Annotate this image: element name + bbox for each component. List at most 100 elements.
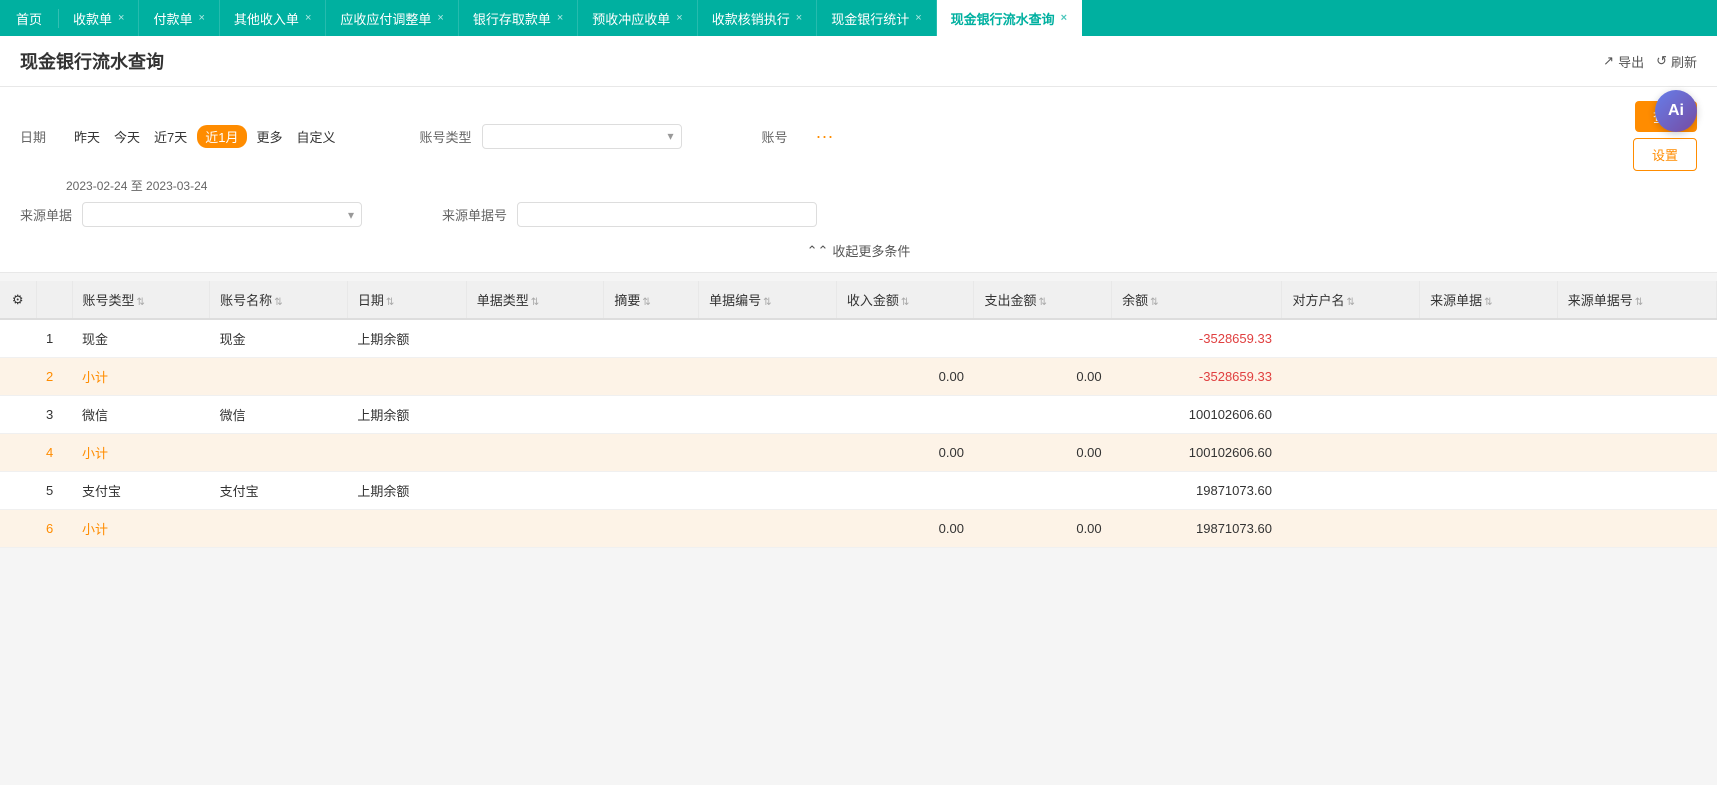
row-income — [836, 472, 974, 510]
table-area: ⚙账号类型⇅账号名称⇅日期⇅单据类型⇅摘要⇅单据编号⇅收入金额⇅支出金额⇅余额⇅… — [0, 281, 1717, 548]
row-date: 上期余额 — [347, 472, 466, 510]
row-account-name — [210, 510, 348, 548]
date-option-昨天[interactable]: 昨天 — [70, 125, 104, 148]
sort-icon-src_doc[interactable]: ⇅ — [1484, 297, 1492, 308]
row-doc-no — [699, 434, 837, 472]
source-doc-no-label: 来源单据号 — [442, 205, 507, 224]
sort-icon-account_type[interactable]: ⇅ — [137, 297, 145, 308]
col-header-account_type: 账号类型⇅ — [72, 281, 210, 319]
sort-icon-account_name[interactable]: ⇅ — [274, 297, 282, 308]
row-income — [836, 396, 974, 434]
date-option-近7天[interactable]: 近7天 — [150, 125, 191, 148]
collapse-icon: ⌃⌃ — [807, 243, 829, 259]
col-label-summary: 摘要 — [614, 293, 640, 308]
close-tab-icon[interactable]: × — [198, 12, 204, 24]
nav-tab-现金银行统计[interactable]: 现金银行统计× — [817, 0, 936, 36]
table-row: 3微信微信上期余额100102606.60 — [0, 396, 1717, 434]
row-income: 0.00 — [836, 434, 974, 472]
nav-tab-其他收入单[interactable]: 其他收入单× — [220, 0, 326, 36]
account-more-button[interactable]: ··· — [816, 126, 834, 147]
col-label-src_doc_no: 来源单据号 — [1568, 293, 1633, 308]
col-header-income: 收入金额⇅ — [836, 281, 974, 319]
export-button[interactable]: ↗ 导出 — [1603, 52, 1644, 71]
close-tab-icon[interactable]: × — [437, 12, 443, 24]
close-tab-icon[interactable]: × — [1061, 12, 1067, 24]
close-tab-icon[interactable]: × — [915, 12, 921, 24]
col-label-date: 日期 — [358, 293, 384, 308]
row-gear-cell — [0, 510, 36, 548]
row-src-doc — [1420, 510, 1558, 548]
sort-icon-doc_type[interactable]: ⇅ — [531, 297, 539, 308]
nav-tab-收款核销执行[interactable]: 收款核销执行× — [698, 0, 817, 36]
nav-tab-现金银行流水查询[interactable]: 现金银行流水查询× — [937, 0, 1082, 36]
row-counterpart — [1282, 434, 1420, 472]
row-balance: -3528659.33 — [1112, 319, 1282, 358]
close-tab-icon[interactable]: × — [557, 12, 563, 24]
row-date — [347, 434, 466, 472]
row-gear-cell — [0, 434, 36, 472]
nav-tab-收款单[interactable]: 收款单× — [59, 0, 139, 36]
date-option-今天[interactable]: 今天 — [110, 125, 144, 148]
row-doc-no — [699, 358, 837, 396]
row-index: 5 — [36, 472, 72, 510]
col-label-expense: 支出金额 — [984, 293, 1036, 308]
collapse-bar[interactable]: ⌃⌃ 收起更多条件 — [20, 237, 1697, 262]
row-counterpart — [1282, 472, 1420, 510]
row-income: 0.00 — [836, 358, 974, 396]
close-tab-icon[interactable]: × — [118, 12, 124, 24]
row-src-doc — [1420, 434, 1558, 472]
close-tab-icon[interactable]: × — [676, 12, 682, 24]
col-header-expense: 支出金额⇅ — [974, 281, 1112, 319]
col-header-index — [36, 281, 72, 319]
col-label-doc_type: 单据类型 — [477, 293, 529, 308]
sort-icon-doc_no[interactable]: ⇅ — [763, 297, 771, 308]
row-doc-type — [466, 396, 604, 434]
sort-icon-summary[interactable]: ⇅ — [642, 297, 650, 308]
row-balance: 100102606.60 — [1112, 434, 1282, 472]
row-summary — [604, 472, 699, 510]
date-option-更多[interactable]: 更多 — [253, 125, 287, 148]
date-option-近1月[interactable]: 近1月 — [197, 125, 246, 148]
row-src-doc — [1420, 396, 1558, 434]
table-row: 5支付宝支付宝上期余额19871073.60 — [0, 472, 1717, 510]
row-gear-cell — [0, 396, 36, 434]
date-label: 日期 — [20, 127, 60, 146]
row-gear-cell — [0, 319, 36, 358]
source-doc-no-input[interactable] — [517, 202, 817, 227]
sort-icon-balance[interactable]: ⇅ — [1150, 297, 1158, 308]
source-doc-select[interactable] — [82, 202, 362, 227]
nav-home[interactable]: 首页 — [0, 9, 59, 28]
close-tab-icon[interactable]: × — [796, 12, 802, 24]
refresh-button[interactable]: ↺ 刷新 — [1656, 52, 1697, 71]
nav-tab-付款单[interactable]: 付款单× — [139, 0, 219, 36]
col-header-gear[interactable]: ⚙ — [0, 281, 36, 319]
row-src-doc-no — [1557, 434, 1716, 472]
sort-icon-src_doc_no[interactable]: ⇅ — [1635, 297, 1643, 308]
export-label: 导出 — [1618, 52, 1644, 71]
sort-icon-counterpart[interactable]: ⇅ — [1346, 297, 1354, 308]
sort-icon-date[interactable]: ⇅ — [386, 297, 394, 308]
row-gear-cell — [0, 472, 36, 510]
settings-button[interactable]: 设置 — [1633, 138, 1697, 171]
row-summary — [604, 319, 699, 358]
ai-badge[interactable]: Ai — [1655, 90, 1697, 132]
sort-icon-expense[interactable]: ⇅ — [1039, 297, 1047, 308]
col-label-account_type: 账号类型 — [83, 293, 135, 308]
nav-tab-预收冲应收单[interactable]: 预收冲应收单× — [578, 0, 697, 36]
account-type-select[interactable] — [482, 124, 682, 149]
row-date: 上期余额 — [347, 396, 466, 434]
filter-area: 日期 昨天今天近7天近1月更多自定义 账号类型 ▾ 账号 ··· 查询 设置 2… — [0, 87, 1717, 273]
row-src-doc — [1420, 319, 1558, 358]
header-actions: ↗ 导出 ↺ 刷新 — [1603, 52, 1697, 71]
nav-tab-应收应付调整单[interactable]: 应收应付调整单× — [326, 0, 458, 36]
row-doc-no — [699, 510, 837, 548]
date-option-自定义[interactable]: 自定义 — [293, 125, 340, 148]
sort-icon-income[interactable]: ⇅ — [901, 297, 909, 308]
nav-tab-银行存取款单[interactable]: 银行存取款单× — [459, 0, 578, 36]
gear-icon[interactable]: ⚙ — [12, 292, 24, 307]
date-filter-group: 日期 昨天今天近7天近1月更多自定义 — [20, 125, 340, 148]
date-range-display: 2023-02-24 至 2023-03-24 — [20, 177, 1697, 194]
table-row: 4小计0.000.00100102606.60 — [0, 434, 1717, 472]
row-doc-no — [699, 472, 837, 510]
close-tab-icon[interactable]: × — [305, 12, 311, 24]
